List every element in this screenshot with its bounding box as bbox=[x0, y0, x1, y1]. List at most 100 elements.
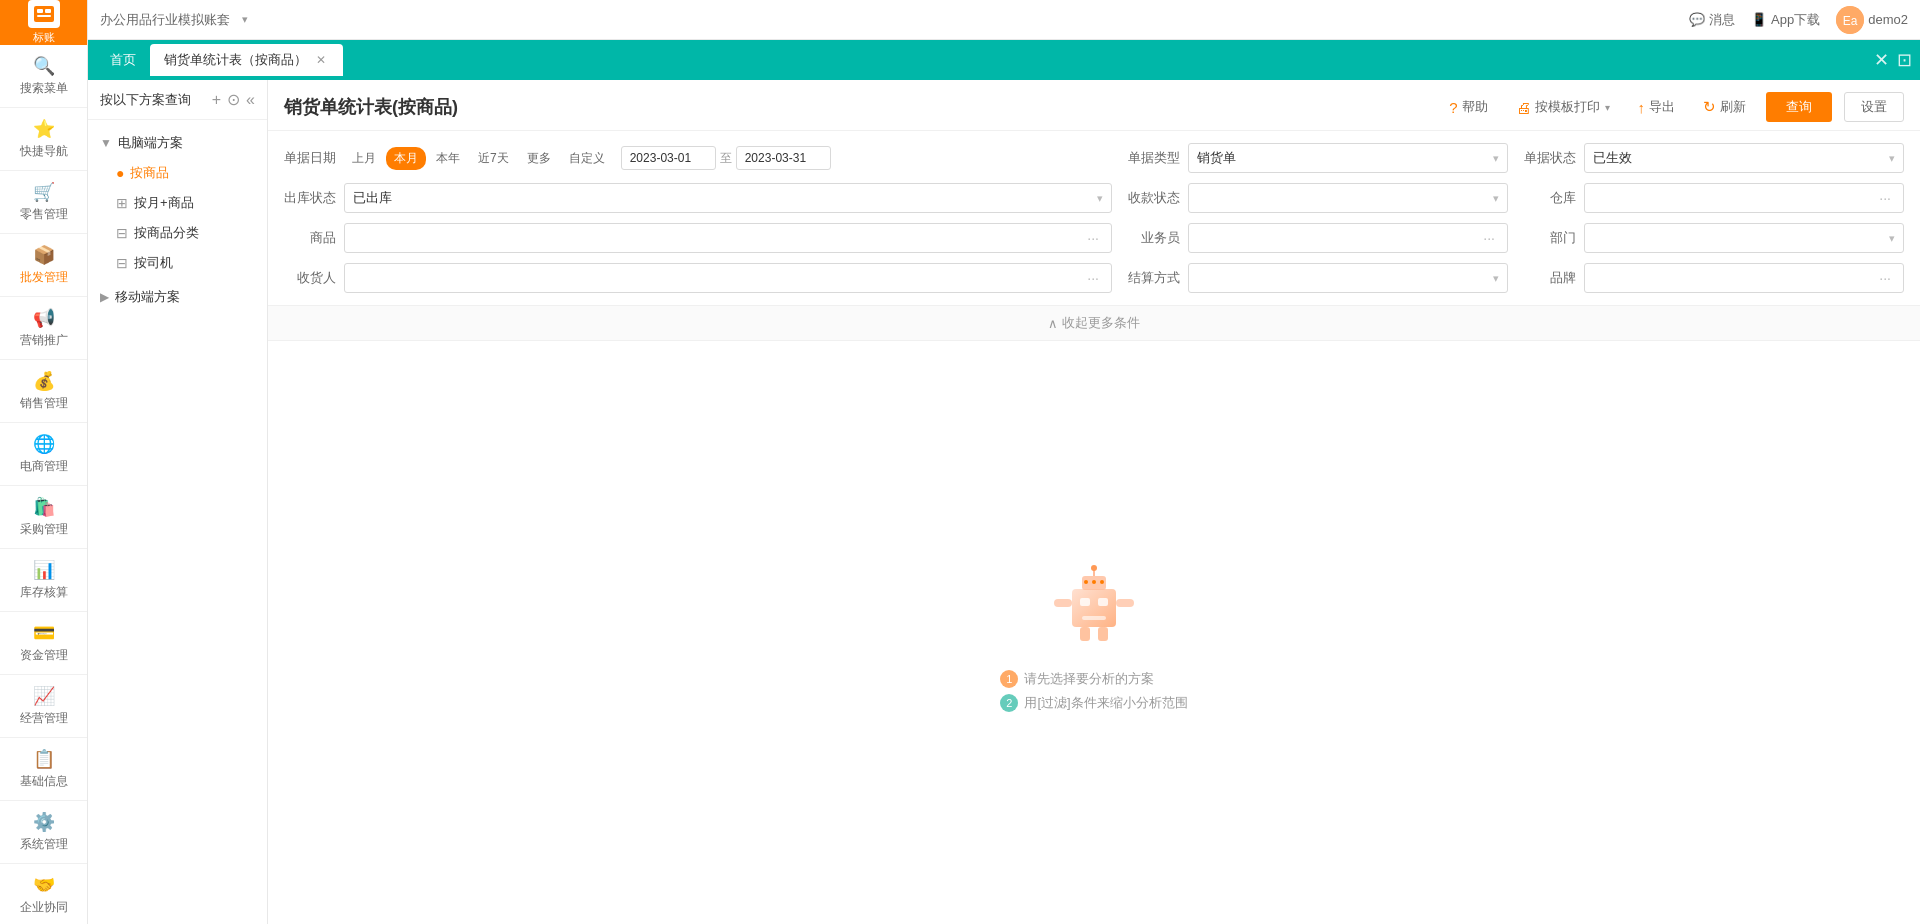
template-print-dropdown-icon: ▾ bbox=[1605, 102, 1610, 113]
template-print-btn[interactable]: 🖨 按模板打印 ▾ bbox=[1508, 94, 1618, 120]
warehouse-ellipsis-btn[interactable]: ··· bbox=[1875, 190, 1895, 206]
sidebar-item-system[interactable]: ⚙️ 系统管理 bbox=[0, 801, 87, 864]
app-logo[interactable]: 标账 bbox=[0, 0, 88, 45]
tab-report[interactable]: 销货单统计表（按商品） ✕ bbox=[150, 44, 343, 76]
filter-add-btn[interactable]: + bbox=[212, 91, 221, 109]
doc-type-field: 单据类型 销货单 ▾ bbox=[1128, 143, 1508, 173]
user-profile[interactable]: Ea demo2 bbox=[1836, 6, 1908, 34]
sidebar-item-search-menu[interactable]: 🔍 搜索菜单 bbox=[0, 45, 87, 108]
warehouse-status-value: 已出库 bbox=[353, 189, 1093, 207]
svg-text:Ea: Ea bbox=[1843, 14, 1858, 28]
query-btn[interactable]: 查询 bbox=[1766, 92, 1832, 122]
sidebar-item-operations[interactable]: 📈 经营管理 bbox=[0, 675, 87, 738]
consignee-control[interactable]: ··· bbox=[344, 263, 1112, 293]
refresh-btn[interactable]: ↻ 刷新 bbox=[1695, 94, 1754, 120]
sidebar-item-marketing[interactable]: 📢 营销推广 bbox=[0, 297, 87, 360]
consignee-ellipsis-btn[interactable]: ··· bbox=[1083, 270, 1103, 286]
sidebar-item-inventory[interactable]: 📊 库存核算 bbox=[0, 549, 87, 612]
filter-header: 按以下方案查询 + ⊙ « bbox=[88, 80, 267, 120]
collapse-row[interactable]: ∧ 收起更多条件 bbox=[268, 306, 1920, 341]
filter-item-by-product[interactable]: ● 按商品 bbox=[104, 158, 267, 188]
doc-type-control[interactable]: 销货单 ▾ bbox=[1188, 143, 1508, 173]
sidebar-item-purchase[interactable]: 🛍️ 采购管理 bbox=[0, 486, 87, 549]
sidebar-item-wholesale[interactable]: 📦 批发管理 bbox=[0, 234, 87, 297]
breadcrumb-dropdown-icon[interactable]: ▾ bbox=[242, 13, 248, 26]
sidebar-label-wholesale: 批发管理 bbox=[20, 269, 68, 286]
sidebar-item-sales[interactable]: 💰 销售管理 bbox=[0, 360, 87, 423]
brand-control[interactable]: ··· bbox=[1584, 263, 1904, 293]
by-month-product-icon: ⊞ bbox=[116, 195, 128, 211]
doc-status-dropdown-icon: ▾ bbox=[1889, 152, 1895, 165]
filter-item-by-printer[interactable]: ⊟ 按司机 bbox=[104, 248, 267, 278]
svg-rect-7 bbox=[1080, 598, 1090, 606]
quick-nav-icon: ⭐ bbox=[33, 118, 55, 140]
svg-rect-1 bbox=[37, 9, 43, 13]
date-tab-7days[interactable]: 近7天 bbox=[470, 147, 517, 170]
sidebar: 标账 🔍 搜索菜单 ⭐ 快捷导航 🛒 零售管理 📦 批发管理 📢 营销推广 💰 … bbox=[0, 0, 88, 924]
product-control[interactable]: ··· bbox=[344, 223, 1112, 253]
product-ellipsis-btn[interactable]: ··· bbox=[1083, 230, 1103, 246]
settlement-control[interactable]: ▾ bbox=[1188, 263, 1508, 293]
settings-btn[interactable]: 设置 bbox=[1844, 92, 1904, 122]
filter-collapse-btn[interactable]: « bbox=[246, 91, 255, 109]
filter-section-mobile[interactable]: ▶ 移动端方案 bbox=[88, 282, 267, 312]
settlement-field: 结算方式 ▾ bbox=[1128, 263, 1508, 293]
tab-close-btn[interactable]: ✕ bbox=[313, 52, 329, 68]
warehouse-label: 仓库 bbox=[1524, 189, 1584, 207]
doc-status-control[interactable]: 已生效 ▾ bbox=[1584, 143, 1904, 173]
date-tab-curr-year[interactable]: 本年 bbox=[428, 147, 468, 170]
export-label: 导出 bbox=[1649, 98, 1675, 116]
sidebar-item-enterprise[interactable]: 🤝 企业协同 bbox=[0, 864, 87, 924]
sales-icon: 💰 bbox=[33, 370, 55, 392]
sidebar-item-ecommerce[interactable]: 🌐 电商管理 bbox=[0, 423, 87, 486]
sidebar-label-marketing: 营销推广 bbox=[20, 332, 68, 349]
date-tab-custom[interactable]: 自定义 bbox=[561, 147, 613, 170]
date-tab-prev-month[interactable]: 上月 bbox=[344, 147, 384, 170]
date-to-input[interactable] bbox=[736, 146, 831, 170]
filter-panel-title: 按以下方案查询 bbox=[100, 91, 191, 109]
doc-status-label: 单据状态 bbox=[1524, 149, 1584, 167]
date-tab-curr-month[interactable]: 本月 bbox=[386, 147, 426, 170]
purchase-icon: 🛍️ bbox=[33, 496, 55, 518]
sidebar-label-basic: 基础信息 bbox=[20, 773, 68, 790]
salesperson-control[interactable]: ··· bbox=[1188, 223, 1508, 253]
brand-label: 品牌 bbox=[1524, 269, 1584, 287]
app-download-label: App下载 bbox=[1771, 11, 1820, 29]
sidebar-item-quick-nav[interactable]: ⭐ 快捷导航 bbox=[0, 108, 87, 171]
help-btn[interactable]: ? 帮助 bbox=[1441, 94, 1495, 120]
sidebar-label-inventory: 库存核算 bbox=[20, 584, 68, 601]
tab-close-window-btn[interactable]: ✕ bbox=[1874, 49, 1889, 71]
export-btn[interactable]: ↑ 导出 bbox=[1630, 94, 1684, 120]
empty-tip-2: 2 用[过滤]条件来缩小分析范围 bbox=[1000, 694, 1187, 712]
filter-item-by-month-product[interactable]: ⊞ 按月+商品 bbox=[104, 188, 267, 218]
department-dropdown-icon: ▾ bbox=[1889, 232, 1895, 245]
filter-section-desktop[interactable]: ▼ 电脑端方案 bbox=[88, 128, 267, 158]
tab-home[interactable]: 首页 bbox=[96, 44, 150, 76]
app-download-action[interactable]: 📱 App下载 bbox=[1751, 11, 1820, 29]
svg-rect-18 bbox=[1080, 627, 1090, 641]
sidebar-item-finance[interactable]: 💳 资金管理 bbox=[0, 612, 87, 675]
message-action[interactable]: 💬 消息 bbox=[1689, 11, 1735, 29]
filter-settings-btn[interactable]: ⊙ bbox=[227, 90, 240, 109]
warehouse-status-control[interactable]: 已出库 ▾ bbox=[344, 183, 1112, 213]
tab-restore-btn[interactable]: ⊡ bbox=[1897, 49, 1912, 71]
date-from-input[interactable] bbox=[621, 146, 716, 170]
department-control[interactable]: ▾ bbox=[1584, 223, 1904, 253]
search-form: 单据日期 上月 本月 本年 近7天 更多 自定义 bbox=[268, 131, 1920, 306]
salesperson-ellipsis-btn[interactable]: ··· bbox=[1479, 230, 1499, 246]
date-separator: 至 bbox=[720, 150, 732, 167]
brand-ellipsis-btn[interactable]: ··· bbox=[1875, 270, 1895, 286]
department-label: 部门 bbox=[1524, 229, 1584, 247]
filter-item-by-category[interactable]: ⊟ 按商品分类 bbox=[104, 218, 267, 248]
date-range-inputs: 至 bbox=[621, 146, 831, 170]
export-icon: ↑ bbox=[1638, 99, 1646, 116]
sidebar-label-search-menu: 搜索菜单 bbox=[20, 80, 68, 97]
sidebar-item-retail[interactable]: 🛒 零售管理 bbox=[0, 171, 87, 234]
sidebar-item-basic[interactable]: 📋 基础信息 bbox=[0, 738, 87, 801]
tip1-text: 请先选择要分析的方案 bbox=[1024, 670, 1154, 688]
empty-illustration bbox=[1044, 554, 1144, 654]
help-label: 帮助 bbox=[1462, 98, 1488, 116]
payment-status-control[interactable]: ▾ bbox=[1188, 183, 1508, 213]
warehouse-control[interactable]: ··· bbox=[1584, 183, 1904, 213]
date-tab-more[interactable]: 更多 bbox=[519, 147, 559, 170]
